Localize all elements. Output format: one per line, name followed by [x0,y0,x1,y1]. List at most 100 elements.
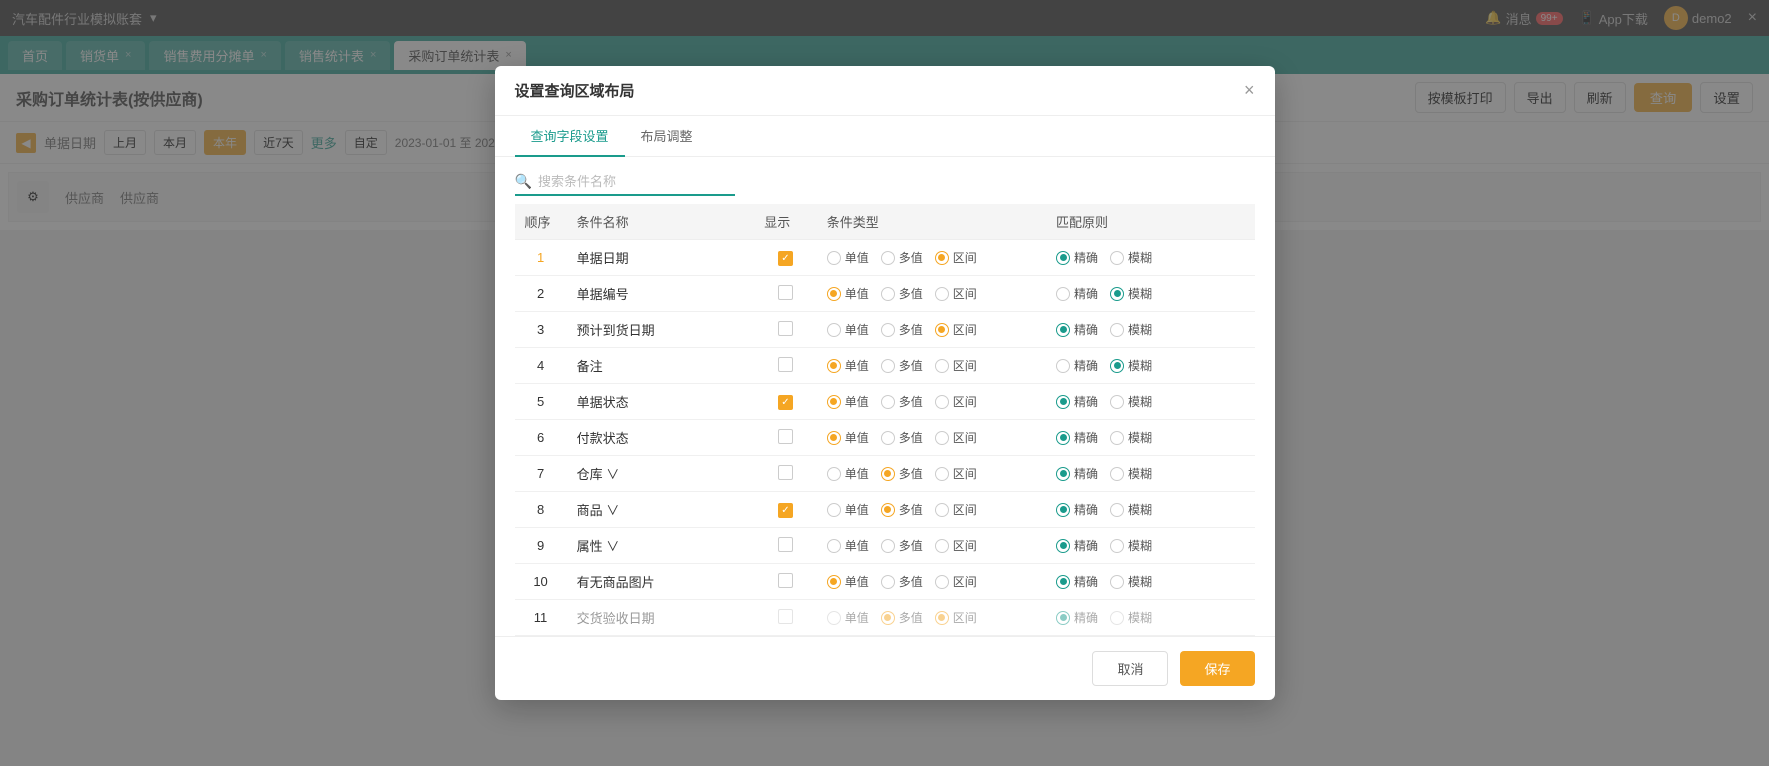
type-type_single-10[interactable]: 单值 [827,609,869,626]
type-type_single-4[interactable]: 单值 [827,393,869,410]
radio-dot-type_multi-9 [881,575,895,589]
type-type_multi-2[interactable]: 多值 [881,321,923,338]
modal-tab-layout[interactable]: 布局调整 [625,116,709,157]
modal-tab-fields[interactable]: 查询字段设置 [515,116,625,157]
type-type_multi-10[interactable]: 多值 [881,609,923,626]
match-match_exact-2[interactable]: 精确 [1056,321,1098,338]
show-checkbox-4[interactable]: ✓ [778,395,793,410]
match-group-5: 精确模糊 [1056,429,1244,446]
show-checkbox-9[interactable] [778,573,793,588]
match-match_exact-5[interactable]: 精确 [1056,429,1098,446]
radio-dot-type_single-4 [827,395,841,409]
match-match_fuzzy-8[interactable]: 模糊 [1110,537,1152,554]
type-type_multi-6[interactable]: 多值 [881,465,923,482]
radio-label-type_multi-8: 多值 [899,537,923,554]
row-order-6: 7 [515,456,567,492]
match-match_fuzzy-9[interactable]: 模糊 [1110,573,1152,590]
match-match_fuzzy-4[interactable]: 模糊 [1110,393,1152,410]
search-input[interactable] [538,174,718,189]
type-type_range-4[interactable]: 区间 [935,393,977,410]
match-match_fuzzy-7[interactable]: 模糊 [1110,501,1152,518]
match-match_fuzzy-6[interactable]: 模糊 [1110,465,1152,482]
radio-dot-type_range-1 [935,287,949,301]
modal-dialog: 设置查询区域布局 × 查询字段设置 布局调整 🔍 顺序 条件名称 显示 [495,66,1275,700]
type-type_range-5[interactable]: 区间 [935,429,977,446]
type-type_single-5[interactable]: 单值 [827,429,869,446]
match-group-8: 精确模糊 [1056,537,1244,554]
match-match_exact-9[interactable]: 精确 [1056,573,1098,590]
type-type_single-6[interactable]: 单值 [827,465,869,482]
match-match_fuzzy-10[interactable]: 模糊 [1110,609,1152,626]
radio-label-match-match_fuzzy-2: 模糊 [1128,321,1152,338]
match-match_exact-3[interactable]: 精确 [1056,357,1098,374]
type-type_range-6[interactable]: 区间 [935,465,977,482]
match-match_fuzzy-0[interactable]: 模糊 [1110,249,1152,266]
type-type_multi-4[interactable]: 多值 [881,393,923,410]
type-type_single-9[interactable]: 单值 [827,573,869,590]
match-group-2: 精确 模糊 [1056,321,1244,338]
show-checkbox-10[interactable] [778,609,793,624]
type-type_single-7[interactable]: 单值 [827,501,869,518]
type-type_multi-3[interactable]: 多值 [881,357,923,374]
type-type_single-8[interactable]: 单值 [827,537,869,554]
show-checkbox-6[interactable] [778,465,793,480]
show-checkbox-3[interactable] [778,357,793,372]
type-type_range-1[interactable]: 区间 [935,285,977,302]
type-type_single-1[interactable]: 单值 [827,285,869,302]
type-type_multi-1[interactable]: 多值 [881,285,923,302]
type-type_single-0[interactable]: 单值 [827,249,869,266]
type-type_multi-8[interactable]: 多值 [881,537,923,554]
type-type_single-2[interactable]: 单值 [827,321,869,338]
type-group-8: 单值 多值区间 [827,537,1036,554]
radio-label-match-match_fuzzy-6: 模糊 [1128,465,1152,482]
show-checkbox-8[interactable] [778,537,793,552]
modal-close-button[interactable]: × [1244,80,1255,101]
type-type_multi-7[interactable]: 多值 [881,501,923,518]
type-type_multi-0[interactable]: 多值 [881,249,923,266]
modal-tab-bar: 查询字段设置 布局调整 [495,116,1275,157]
match-match_fuzzy-3[interactable]: 模糊 [1110,357,1152,374]
match-match_exact-10[interactable]: 精确 [1056,609,1098,626]
type-type_single-3[interactable]: 单值 [827,357,869,374]
match-match_exact-4[interactable]: 精确 [1056,393,1098,410]
radio-label-match-match_exact-4: 精确 [1074,393,1098,410]
type-type_range-7[interactable]: 区间 [935,501,977,518]
type-type_multi-9[interactable]: 多值 [881,573,923,590]
match-match_exact-8[interactable]: 精确 [1056,537,1098,554]
radio-dot-match-match_fuzzy-0 [1110,251,1124,265]
show-checkbox-0[interactable]: ✓ [778,251,793,266]
show-checkbox-1[interactable] [778,285,793,300]
type-group-3: 单值多值区间 [827,357,1036,374]
match-match_exact-0[interactable]: 精确 [1056,249,1098,266]
show-checkbox-7[interactable]: ✓ [778,503,793,518]
match-match_exact-6[interactable]: 精确 [1056,465,1098,482]
match-match_fuzzy-5[interactable]: 模糊 [1110,429,1152,446]
radio-label-type_range-9: 区间 [953,573,977,590]
radio-label-type_range-10: 区间 [953,609,977,626]
table-row: 10有无商品图片单值多值区间精确模糊 [515,564,1255,600]
save-button[interactable]: 保存 [1180,651,1254,686]
type-type_range-2[interactable]: 区间 [935,321,977,338]
cancel-button[interactable]: 取消 [1092,651,1168,686]
show-checkbox-2[interactable] [778,321,793,336]
radio-dot-type_single-0 [827,251,841,265]
th-order: 顺序 [515,204,567,240]
radio-label-match-match_fuzzy-3: 模糊 [1128,357,1152,374]
type-type_multi-5[interactable]: 多值 [881,429,923,446]
type-type_range-8[interactable]: 区间 [935,537,977,554]
match-match_fuzzy-2[interactable]: 模糊 [1110,321,1152,338]
match-match_exact-1[interactable]: 精确 [1056,285,1098,302]
radio-dot-match-match_fuzzy-1 [1110,287,1124,301]
row-name-1: 单据编号 [567,276,755,312]
show-checkbox-5[interactable] [778,429,793,444]
radio-label-type_multi-1: 多值 [899,285,923,302]
radio-label-match-match_exact-6: 精确 [1074,465,1098,482]
type-type_range-0[interactable]: 区间 [935,249,977,266]
radio-label-type_single-8: 单值 [845,537,869,554]
type-type_range-9[interactable]: 区间 [935,573,977,590]
match-match_exact-7[interactable]: 精确 [1056,501,1098,518]
match-match_fuzzy-1[interactable]: 模糊 [1110,285,1152,302]
type-type_range-3[interactable]: 区间 [935,357,977,374]
radio-label-match-match_fuzzy-4: 模糊 [1128,393,1152,410]
type-type_range-10[interactable]: 区间 [935,609,977,626]
